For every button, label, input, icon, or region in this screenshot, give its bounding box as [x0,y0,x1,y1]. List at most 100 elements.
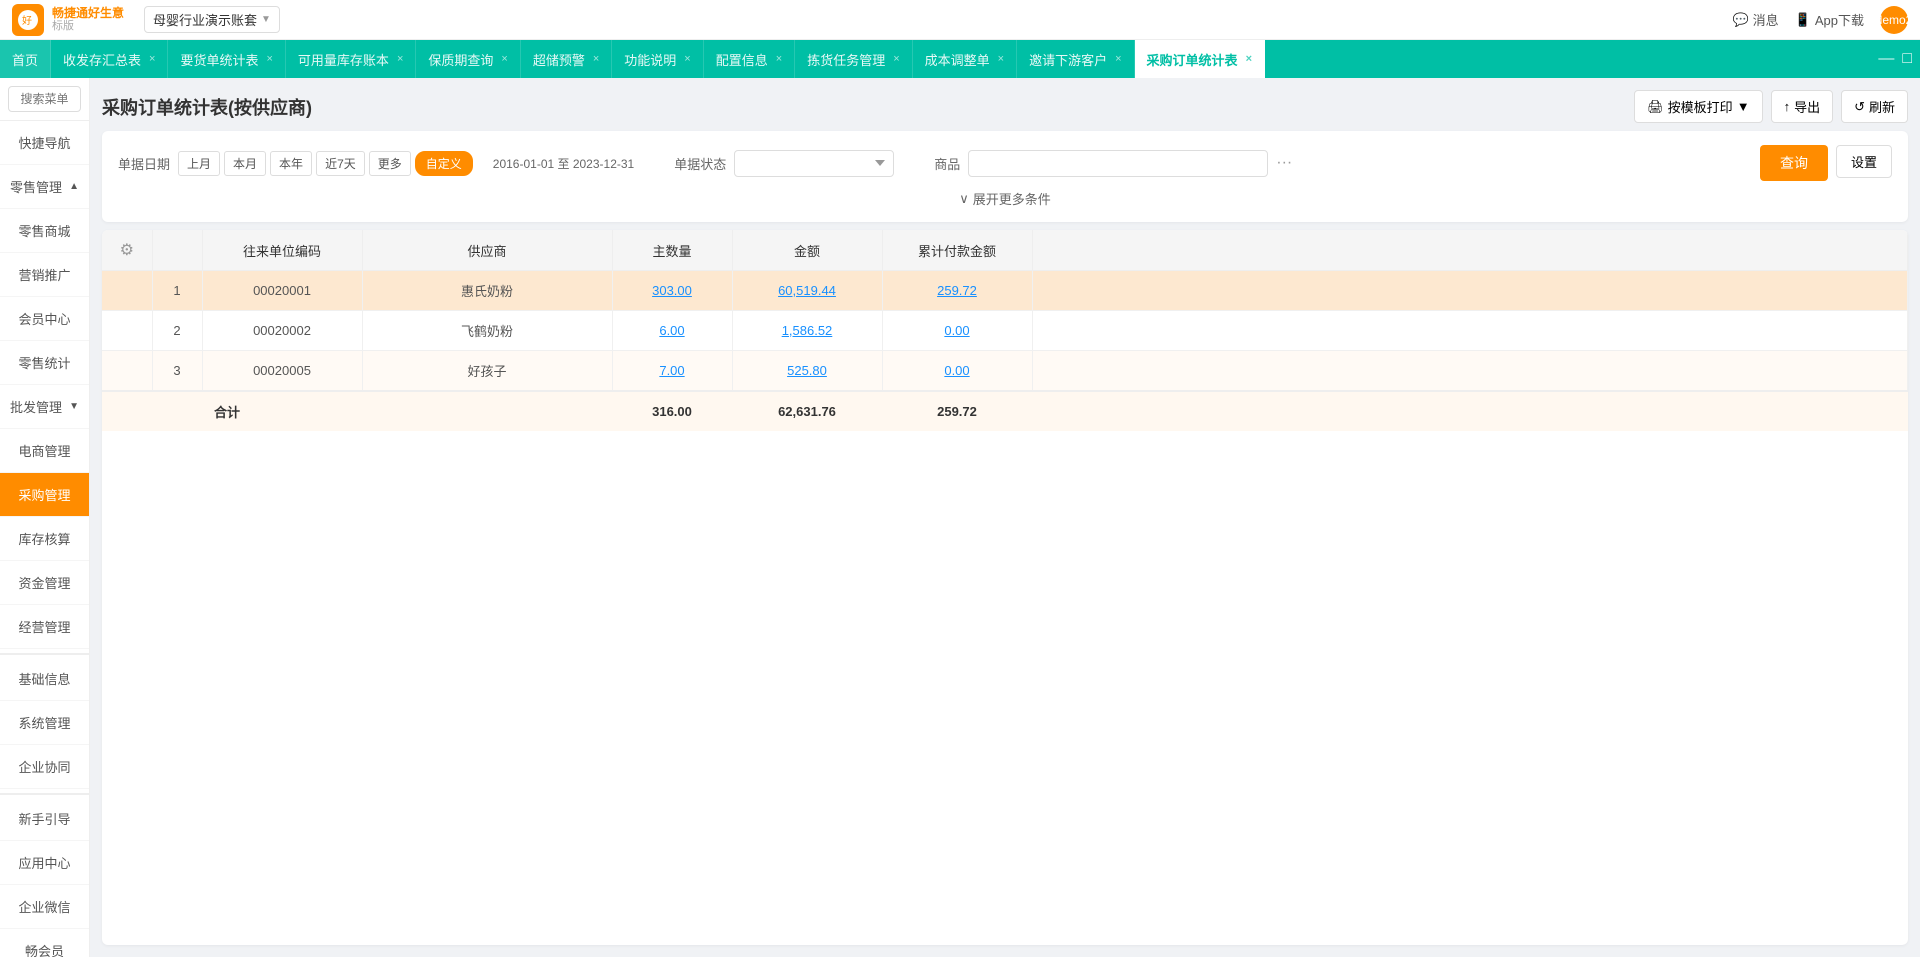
row-amount[interactable]: 525.80 [732,351,882,392]
col-qty-header: 主数量 [612,230,732,271]
date-btn-last-7days[interactable]: 近7天 [316,151,365,176]
settings-button[interactable]: 设置 [1836,145,1892,178]
sidebar-item-new-guide[interactable]: 新手引导 [0,793,89,841]
sidebar-item-quick-nav[interactable]: 快捷导航 [0,121,89,165]
date-btn-last-month[interactable]: 上月 [178,151,220,176]
sidebar-item-finance-mgmt[interactable]: 资金管理 [0,561,89,605]
finance-mgmt-label: 资金管理 [18,573,70,592]
row-settings [102,271,152,311]
row-code: 00020005 [202,351,362,392]
tab-available-inventory[interactable]: 可用量库存账本 × [286,40,416,78]
table-row[interactable]: 1 00020001 惠氏奶粉 303.00 60,519.44 259.72 [102,271,1908,311]
close-icon[interactable]: × [684,53,690,65]
tab-purchase-summary[interactable]: 要货单统计表 × [168,40,285,78]
tab-home[interactable]: 首页 [0,40,51,78]
close-icon[interactable]: × [1246,53,1252,65]
app-download-button[interactable]: 📱 App下载 [1795,10,1864,29]
row-paid[interactable]: 259.72 [882,271,1032,311]
sidebar-item-operations-mgmt[interactable]: 经营管理 [0,605,89,649]
workspace-chevron-icon: ▼ [261,14,271,25]
sidebar-item-retail-stats[interactable]: 零售统计 [0,341,89,385]
sidebar-item-wholesale-mgmt[interactable]: 批发管理 ▼ [0,385,89,429]
tab-warranty-query[interactable]: 保质期查询 × [416,40,520,78]
close-icon[interactable]: × [593,53,599,65]
row-amount[interactable]: 60,519.44 [732,271,882,311]
export-button[interactable]: ↑ 导出 [1771,90,1834,123]
refresh-button[interactable]: ↺ 刷新 [1841,90,1908,123]
tab-picking-task[interactable]: 拣货任务管理 × [795,40,912,78]
close-icon[interactable]: × [501,53,507,65]
avatar[interactable]: demo2 [1880,6,1908,34]
date-btn-custom[interactable]: 自定义 [415,151,473,176]
sidebar-item-inventory-check[interactable]: 库存核算 [0,517,89,561]
sidebar-item-app-center[interactable]: 应用中心 [0,841,89,885]
tab-label: 收发存汇总表 [63,50,141,69]
close-icon[interactable]: × [149,53,155,65]
date-btn-more[interactable]: 更多 [369,151,411,176]
sidebar-item-ecommerce-mgmt[interactable]: 电商管理 [0,429,89,473]
enterprise-collab-label: 企业协同 [18,757,70,776]
sidebar-item-system-mgmt[interactable]: 系统管理 [0,701,89,745]
row-amount[interactable]: 1,586.52 [732,311,882,351]
system-mgmt-label: 系统管理 [18,713,70,732]
close-icon[interactable]: × [998,53,1004,65]
goods-search-more-icon[interactable]: ··· [1276,154,1292,172]
totals-qty: 316.00 [612,391,732,431]
close-icon[interactable]: × [776,53,782,65]
page-actions: 🖨 按模板打印 ▼ ↑ 导出 ↺ 刷新 [1634,90,1908,123]
tab-purchase-order-stats[interactable]: 采购订单统计表 × [1135,40,1265,78]
top-bar-left: 好 畅捷通好生意 标版 母婴行业演示账套 ▼ [12,4,280,36]
workspace-selector[interactable]: 母婴行业演示账套 ▼ [144,6,280,33]
app-subtext: 标版 [52,20,124,33]
row-qty[interactable]: 7.00 [612,351,732,392]
sidebar-item-basic-info[interactable]: 基础信息 [0,653,89,701]
sidebar-item-purchase-mgmt[interactable]: 采购管理 [0,473,89,517]
sidebar-item-enterprise-collab[interactable]: 企业协同 [0,745,89,789]
tab-config-info[interactable]: 配置信息 × [704,40,795,78]
table-scroll[interactable]: ⚙ 往来单位编码 供应商 主数量 金额 累计付款金额 [102,230,1908,945]
row-qty[interactable]: 303.00 [612,271,732,311]
export-icon: ↑ [1784,99,1791,114]
close-icon[interactable]: × [1115,53,1121,65]
expand-more-button[interactable]: ∨ 展开更多条件 [959,189,1051,208]
expand-more-icon: ∨ [959,191,969,207]
row-code: 00020002 [202,311,362,351]
tab-receive-summary[interactable]: 收发存汇总表 × [51,40,168,78]
table-row[interactable]: 2 00020002 飞鹤奶粉 6.00 1,586.52 0.00 [102,311,1908,351]
status-select[interactable] [734,150,894,177]
sidebar-search-input[interactable] [8,86,81,112]
date-filter-label: 单据日期 [118,154,170,173]
col-paid-header: 累计付款金额 [882,230,1032,271]
sidebar-item-vip-member[interactable]: 畅会员 [0,929,89,957]
sidebar-item-enterprise-wechat[interactable]: 企业微信 [0,885,89,929]
sidebar-search-container [0,78,89,121]
messages-button[interactable]: 💬 消息 [1732,10,1778,29]
table-row[interactable]: 3 00020005 好孩子 7.00 525.80 0.00 [102,351,1908,392]
close-icon[interactable]: × [397,53,403,65]
settings-gear-icon[interactable]: ⚙ [120,242,134,259]
template-print-button[interactable]: 🖨 按模板打印 ▼ [1634,90,1762,123]
date-btn-this-year[interactable]: 本年 [270,151,312,176]
tab-overstock-warning[interactable]: 超储预警 × [521,40,612,78]
sidebar-item-retail-store[interactable]: 零售商城 [0,209,89,253]
tab-cost-adjust[interactable]: 成本调整单 × [913,40,1017,78]
close-icon[interactable]: × [266,53,272,65]
date-btn-this-month[interactable]: 本月 [224,151,266,176]
row-qty[interactable]: 6.00 [612,311,732,351]
sidebar-item-member-center[interactable]: 会员中心 [0,297,89,341]
retail-store-label: 零售商城 [18,221,70,240]
row-paid[interactable]: 0.00 [882,351,1032,392]
nav-collapse-button[interactable]: — [1878,50,1894,68]
col-index-header [152,230,202,271]
filter-group-status: 单据状态 [674,150,894,177]
goods-search-input[interactable] [968,150,1268,177]
tab-label: 保质期查询 [428,50,493,69]
tab-function-desc[interactable]: 功能说明 × [612,40,703,78]
sidebar-item-marketing[interactable]: 营销推广 [0,253,89,297]
close-icon[interactable]: × [893,53,899,65]
tab-invite-downstream[interactable]: 邀请下游客户 × [1017,40,1134,78]
query-button[interactable]: 查询 [1760,145,1828,181]
row-paid[interactable]: 0.00 [882,311,1032,351]
sidebar-item-retail-mgmt[interactable]: 零售管理 ▲ [0,165,89,209]
nav-maximize-button[interactable]: □ [1902,50,1912,68]
